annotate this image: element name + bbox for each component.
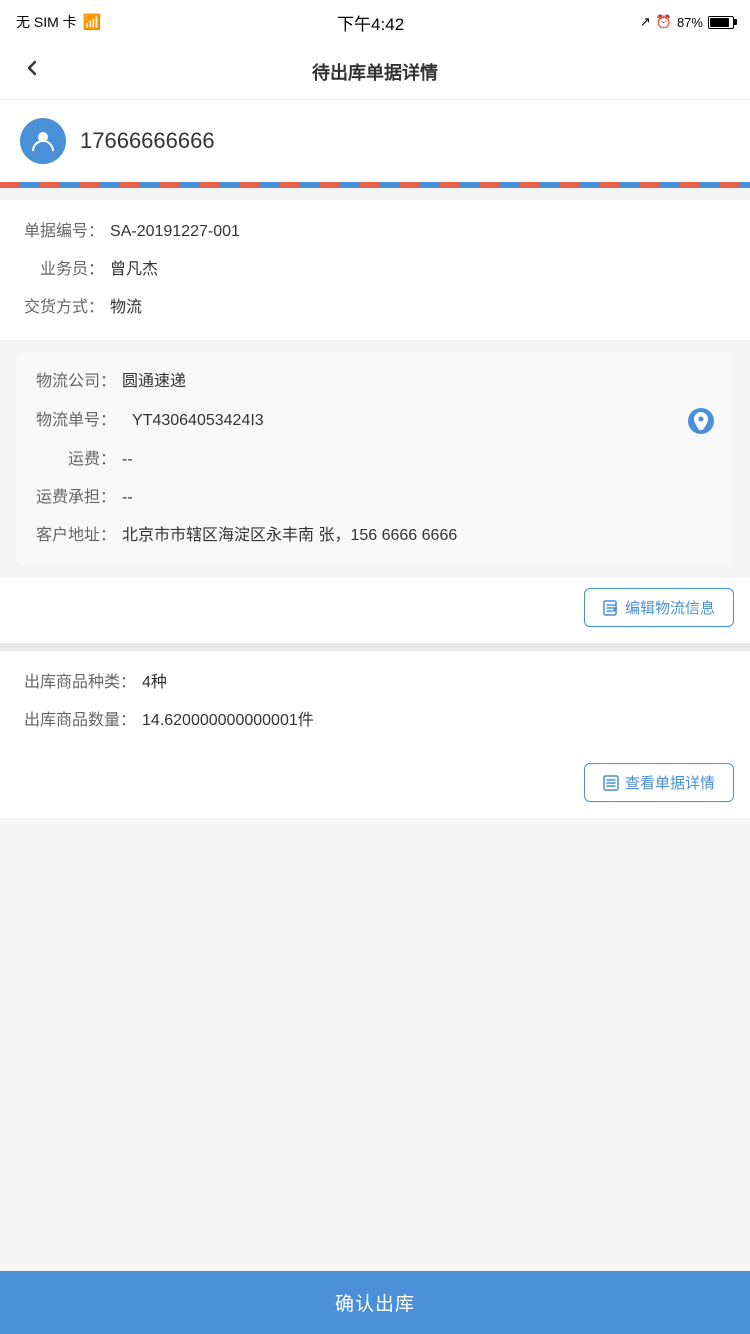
logistics-card: 物流公司： 圆通速递 物流单号： YT43064053424I3 运费： -- … <box>16 352 734 566</box>
product-type-row: 出库商品种类： 4种 <box>24 671 726 695</box>
product-section: 出库商品种类： 4种 出库商品数量： 14.620000000000001件 <box>0 651 750 753</box>
order-no-value: SA-20191227-001 <box>110 220 726 244</box>
address-label: 客户地址： <box>36 524 116 548</box>
tracking-location-button[interactable] <box>688 408 714 434</box>
tracking-label: 物流单号： <box>36 409 116 433</box>
confirm-outbound-button[interactable]: 确认出库 <box>0 1289 750 1316</box>
edit-logistics-label: 编辑物流信息 <box>625 597 715 618</box>
freight-bearer-label: 运费承担： <box>36 486 116 510</box>
alarm-icon: ⏰ <box>656 14 672 30</box>
freight-label: 运费： <box>36 448 116 472</box>
address-row: 客户地址： 北京市市辖区海淀区永丰南 张，156 6666 6666 <box>36 524 714 548</box>
salesman-value: 曾凡杰 <box>110 258 726 282</box>
sim-label: 无 SIM 卡 <box>16 12 77 32</box>
user-phone: 17666666666 <box>80 128 215 154</box>
status-right: ↗ ⏰ 87% <box>640 14 734 30</box>
view-details-button[interactable]: 查看单据详情 <box>584 763 734 802</box>
tracking-row: 物流单号： YT43064053424I3 <box>36 408 714 434</box>
delivery-type-value: 物流 <box>110 296 726 320</box>
order-no-row: 单据编号： SA-20191227-001 <box>24 220 726 244</box>
order-info-section: 单据编号： SA-20191227-001 业务员： 曾凡杰 交货方式： 物流 <box>0 200 750 340</box>
edit-btn-row: 编辑物流信息 <box>0 578 750 643</box>
freight-value: -- <box>122 448 714 472</box>
order-no-label: 单据编号： <box>24 220 104 244</box>
view-btn-row: 查看单据详情 <box>0 753 750 818</box>
salesman-label: 业务员： <box>24 258 104 282</box>
delivery-type-label: 交货方式： <box>24 296 104 320</box>
battery-percent: 87% <box>677 15 703 30</box>
view-details-label: 查看单据详情 <box>625 772 715 793</box>
logistics-company-row: 物流公司： 圆通速递 <box>36 370 714 394</box>
back-button[interactable] <box>20 48 52 95</box>
status-bar: 无 SIM 卡 📶 下午4:42 ↗ ⏰ 87% <box>0 0 750 44</box>
spacer <box>0 818 750 1018</box>
address-value: 北京市市辖区海淀区永丰南 张，156 6666 6666 <box>122 524 714 548</box>
avatar <box>20 118 66 164</box>
dashed-divider <box>0 182 750 188</box>
product-quantity-value: 14.620000000000001件 <box>142 709 726 733</box>
logistics-company-value: 圆通速递 <box>122 370 714 394</box>
status-time: 下午4:42 <box>337 10 404 35</box>
page-title: 待出库单据详情 <box>312 59 438 85</box>
logistics-company-label: 物流公司： <box>36 370 116 394</box>
freight-bearer-value: -- <box>122 486 714 510</box>
separator <box>0 643 750 651</box>
nav-bar: 待出库单据详情 <box>0 44 750 100</box>
wifi-icon: 📶 <box>83 13 102 31</box>
salesman-row: 业务员： 曾凡杰 <box>24 258 726 282</box>
user-header: 17666666666 <box>0 100 750 182</box>
freight-bearer-row: 运费承担： -- <box>36 486 714 510</box>
product-quantity-label: 出库商品数量： <box>24 709 136 733</box>
product-quantity-row: 出库商品数量： 14.620000000000001件 <box>24 709 726 733</box>
product-type-value: 4种 <box>142 671 726 695</box>
delivery-type-row: 交货方式： 物流 <box>24 296 726 320</box>
location-icon: ↗ <box>640 14 651 30</box>
tracking-no-value: YT43064053424I3 <box>132 409 678 433</box>
status-left: 无 SIM 卡 📶 <box>16 12 101 32</box>
product-type-label: 出库商品种类： <box>24 671 136 695</box>
freight-row: 运费： -- <box>36 448 714 472</box>
confirm-btn-wrapper: 确认出库 <box>0 1271 750 1334</box>
edit-logistics-button[interactable]: 编辑物流信息 <box>584 588 734 627</box>
battery-icon <box>708 16 734 29</box>
